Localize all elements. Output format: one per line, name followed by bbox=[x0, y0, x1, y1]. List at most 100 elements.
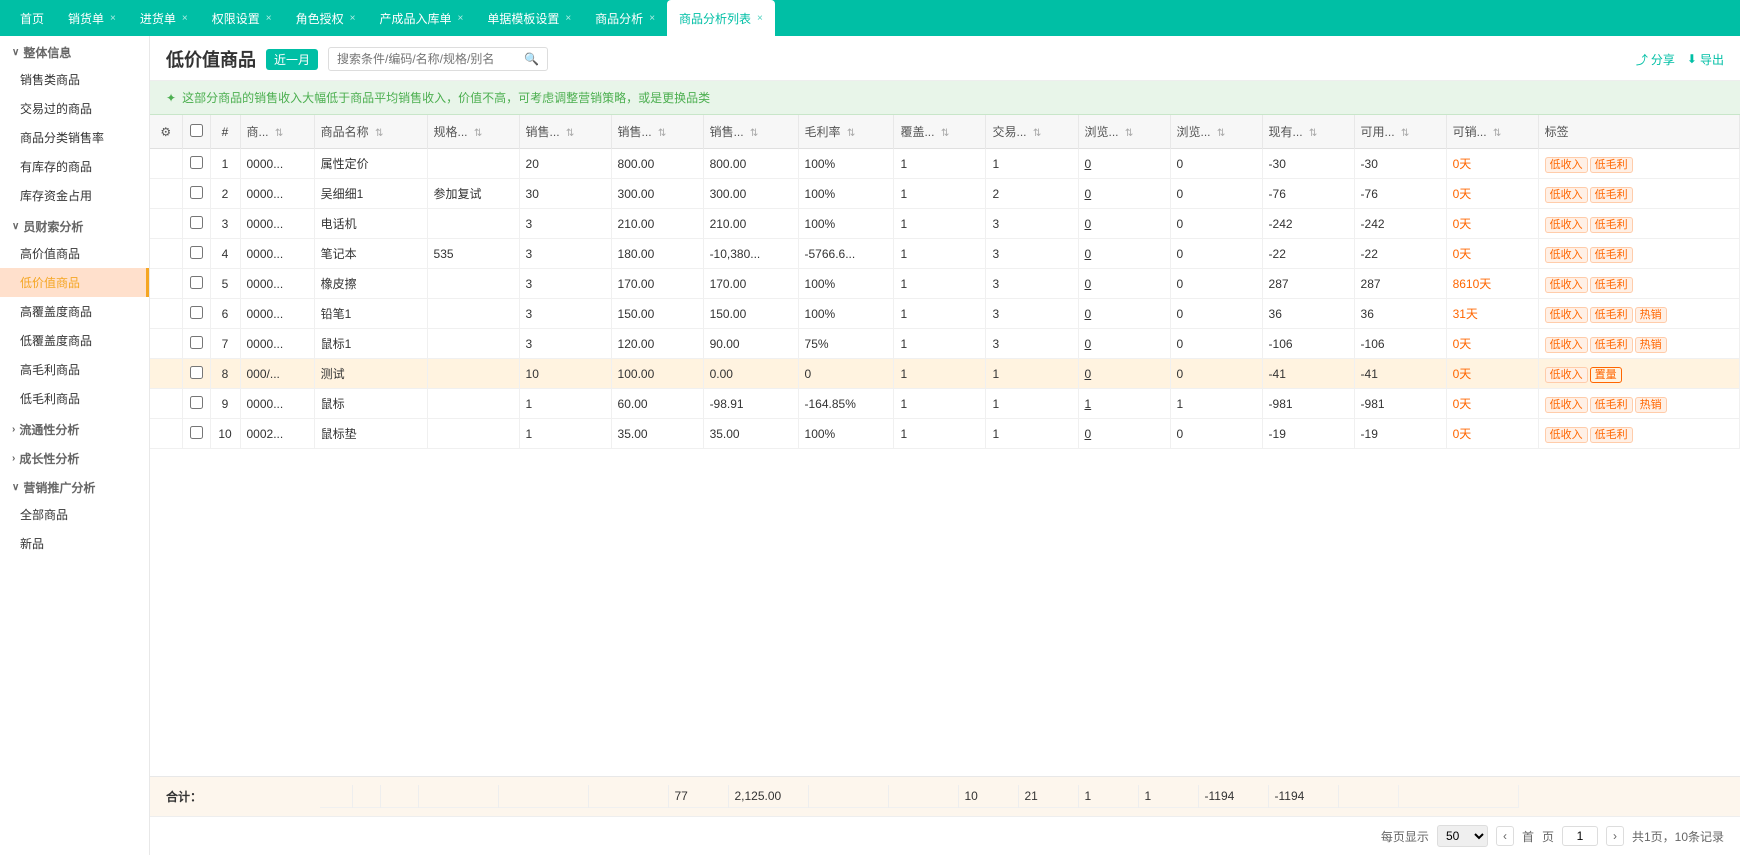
col-spec[interactable]: 规格... ⇅ bbox=[427, 115, 519, 149]
col-saleable[interactable]: 可销... ⇅ bbox=[1446, 115, 1538, 149]
sidebar-item-high-margin[interactable]: 高毛利商品 bbox=[0, 355, 149, 384]
col-available[interactable]: 可用... ⇅ bbox=[1354, 115, 1446, 149]
row-checkbox[interactable] bbox=[182, 149, 210, 179]
per-page-select[interactable]: 50 100 200 bbox=[1437, 825, 1488, 847]
browse-value[interactable]: 1 bbox=[1085, 397, 1092, 411]
sidebar-item-low-value[interactable]: 低价值商品 bbox=[0, 268, 149, 297]
row-checkbox[interactable] bbox=[182, 359, 210, 389]
row-browse1[interactable]: 0 bbox=[1078, 359, 1170, 389]
nav-item-sales[interactable]: 销货单 × bbox=[56, 0, 128, 36]
row-select-checkbox[interactable] bbox=[190, 186, 203, 199]
sidebar-item-low-coverage[interactable]: 低覆盖度商品 bbox=[0, 326, 149, 355]
col-name[interactable]: 商品名称 ⇅ bbox=[314, 115, 427, 149]
row-browse1[interactable]: 0 bbox=[1078, 299, 1170, 329]
nav-item-template[interactable]: 单据模板设置 × bbox=[475, 0, 583, 36]
browse-value[interactable]: 0 bbox=[1085, 247, 1092, 261]
browse-value[interactable]: 0 bbox=[1085, 307, 1092, 321]
row-select-checkbox[interactable] bbox=[190, 246, 203, 259]
row-browse1[interactable]: 1 bbox=[1078, 389, 1170, 419]
search-icon[interactable]: 🔍 bbox=[524, 52, 539, 66]
browse-value[interactable]: 0 bbox=[1085, 187, 1092, 201]
row-checkbox[interactable] bbox=[182, 209, 210, 239]
row-checkbox[interactable] bbox=[182, 179, 210, 209]
browse-value[interactable]: 0 bbox=[1085, 367, 1092, 381]
sidebar-item-traded-goods[interactable]: 交易过的商品 bbox=[0, 94, 149, 123]
col-cover[interactable]: 覆盖... ⇅ bbox=[894, 115, 986, 149]
col-sale3[interactable]: 销售... ⇅ bbox=[703, 115, 798, 149]
sidebar-item-sales-goods[interactable]: 销售类商品 bbox=[0, 65, 149, 94]
row-select-checkbox[interactable] bbox=[190, 366, 203, 379]
sidebar-item-high-value[interactable]: 高价值商品 bbox=[0, 239, 149, 268]
sidebar-group-financial[interactable]: ∨ 员财索分析 bbox=[0, 210, 149, 239]
sidebar-item-low-margin[interactable]: 低毛利商品 bbox=[0, 384, 149, 413]
close-icon[interactable]: × bbox=[457, 13, 463, 24]
sidebar-item-all-goods[interactable]: 全部商品 bbox=[0, 500, 149, 529]
sidebar-item-new-goods[interactable]: 新品 bbox=[0, 529, 149, 558]
sidebar-item-high-coverage[interactable]: 高覆盖度商品 bbox=[0, 297, 149, 326]
row-select-checkbox[interactable] bbox=[190, 156, 203, 169]
sidebar-group-overview[interactable]: ∨ 整体信息 bbox=[0, 36, 149, 65]
row-checkbox[interactable] bbox=[182, 239, 210, 269]
sidebar-item-category-rate[interactable]: 商品分类销售率 bbox=[0, 123, 149, 152]
row-select-checkbox[interactable] bbox=[190, 306, 203, 319]
row-select-checkbox[interactable] bbox=[190, 336, 203, 349]
close-icon[interactable]: × bbox=[350, 13, 356, 24]
col-current[interactable]: 现有... ⇅ bbox=[1262, 115, 1354, 149]
browse-value[interactable]: 0 bbox=[1085, 427, 1092, 441]
row-browse1[interactable]: 0 bbox=[1078, 149, 1170, 179]
nav-item-analysis-list[interactable]: 商品分析列表 × bbox=[667, 0, 775, 36]
row-select-checkbox[interactable] bbox=[190, 216, 203, 229]
col-trade[interactable]: 交易... ⇅ bbox=[986, 115, 1078, 149]
close-icon[interactable]: × bbox=[110, 13, 116, 24]
nav-item-purchase[interactable]: 进货单 × bbox=[128, 0, 200, 36]
close-icon[interactable]: × bbox=[649, 13, 655, 24]
nav-item-warehouse[interactable]: 产成品入库单 × bbox=[367, 0, 475, 36]
row-browse1[interactable]: 0 bbox=[1078, 209, 1170, 239]
select-all-checkbox[interactable] bbox=[190, 124, 203, 137]
row-select-checkbox[interactable] bbox=[190, 426, 203, 439]
row-browse1[interactable]: 0 bbox=[1078, 179, 1170, 209]
row-browse1[interactable]: 0 bbox=[1078, 329, 1170, 359]
period-tag-button[interactable]: 近一月 bbox=[266, 49, 318, 70]
sidebar-group-circulation[interactable]: › 流通性分析 bbox=[0, 413, 149, 442]
nav-item-role[interactable]: 角色授权 × bbox=[284, 0, 368, 36]
sidebar-group-growth[interactable]: › 成长性分析 bbox=[0, 442, 149, 471]
close-icon[interactable]: × bbox=[266, 13, 272, 24]
sidebar-group-marketing[interactable]: ∨ 营销推广分析 bbox=[0, 471, 149, 500]
row-browse1[interactable]: 0 bbox=[1078, 269, 1170, 299]
search-input[interactable] bbox=[337, 52, 520, 66]
col-margin[interactable]: 毛利率 ⇅ bbox=[798, 115, 894, 149]
row-checkbox[interactable] bbox=[182, 269, 210, 299]
page-number-input[interactable] bbox=[1562, 826, 1598, 846]
row-checkbox[interactable] bbox=[182, 329, 210, 359]
col-browse1[interactable]: 浏览... ⇅ bbox=[1078, 115, 1170, 149]
export-button[interactable]: ⬇ 导出 bbox=[1687, 51, 1724, 68]
row-browse1[interactable]: 0 bbox=[1078, 239, 1170, 269]
browse-value[interactable]: 0 bbox=[1085, 157, 1092, 171]
col-sale1[interactable]: 销售... ⇅ bbox=[519, 115, 611, 149]
close-icon[interactable]: × bbox=[757, 13, 763, 24]
col-browse2[interactable]: 浏览... ⇅ bbox=[1170, 115, 1262, 149]
row-checkbox[interactable] bbox=[182, 389, 210, 419]
nav-item-permission[interactable]: 权限设置 × bbox=[200, 0, 284, 36]
browse-value[interactable]: 0 bbox=[1085, 277, 1092, 291]
nav-item-analysis[interactable]: 商品分析 × bbox=[583, 0, 667, 36]
row-select-checkbox[interactable] bbox=[190, 276, 203, 289]
col-settings[interactable]: ⚙ bbox=[150, 115, 182, 149]
next-page-button[interactable]: › bbox=[1606, 826, 1624, 846]
first-page-button[interactable]: ‹ bbox=[1496, 826, 1514, 846]
row-select-checkbox[interactable] bbox=[190, 396, 203, 409]
browse-value[interactable]: 0 bbox=[1085, 337, 1092, 351]
nav-item-home[interactable]: 首页 bbox=[8, 0, 56, 36]
browse-value[interactable]: 0 bbox=[1085, 217, 1092, 231]
close-icon[interactable]: × bbox=[565, 13, 571, 24]
close-icon[interactable]: × bbox=[182, 13, 188, 24]
col-sale2[interactable]: 销售... ⇅ bbox=[611, 115, 703, 149]
row-checkbox[interactable] bbox=[182, 299, 210, 329]
col-code[interactable]: 商... ⇅ bbox=[240, 115, 314, 149]
row-checkbox[interactable] bbox=[182, 419, 210, 449]
sidebar-item-stock-capital[interactable]: 库存资金占用 bbox=[0, 181, 149, 210]
share-button[interactable]: ⤴ 分享 bbox=[1636, 51, 1675, 68]
sidebar-item-stock-goods[interactable]: 有库存的商品 bbox=[0, 152, 149, 181]
col-checkbox[interactable] bbox=[182, 115, 210, 149]
